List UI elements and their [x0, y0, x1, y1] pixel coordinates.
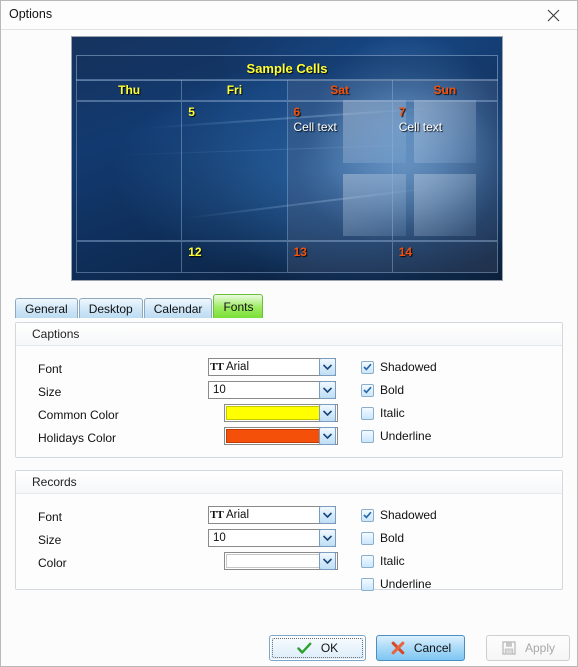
captions-common-color-dropdown-arrow[interactable] [319, 404, 336, 422]
checkbox-unchecked-icon [361, 406, 374, 420]
records-size-dropdown-arrow[interactable] [319, 529, 336, 547]
ok-button[interactable]: OK [269, 635, 366, 661]
captions-font-combo[interactable]: TT Arial [208, 358, 336, 376]
save-icon [501, 640, 517, 656]
day-header: Sat [287, 79, 393, 101]
captions-size-combo[interactable]: 10 [208, 381, 336, 399]
truetype-icon: TT [210, 361, 224, 373]
captions-checkbox-bold[interactable]: Bold [361, 383, 404, 397]
checkbox-checked-icon [361, 508, 374, 522]
records-size-label: Size [38, 533, 62, 547]
calendar-cell: 12 [182, 241, 288, 273]
records-underline-label: Underline [380, 577, 432, 591]
preview-title: Sample Cells [76, 55, 498, 81]
truetype-icon: TT [210, 509, 224, 521]
tab-fonts[interactable]: Fonts [213, 294, 264, 318]
preview-week-row: 12 13 14 [76, 241, 498, 273]
cell-text: Cell text [398, 120, 443, 134]
captions-checkbox-italic[interactable]: Italic [361, 406, 405, 420]
apply-button-label: Apply [524, 641, 556, 655]
captions-font-value: Arial [226, 361, 250, 373]
captions-bold-label: Bold [380, 383, 405, 397]
records-checkbox-bold[interactable]: Bold [361, 531, 404, 545]
captions-shadowed-label: Shadowed [380, 360, 437, 374]
captions-size-label: Size [38, 385, 62, 399]
captions-group-title: Captions [16, 323, 562, 346]
close-icon[interactable] [533, 3, 573, 27]
options-dialog: Options Sample Cells Thu Fri Sat Sun 5 6… [0, 0, 578, 667]
calendar-cell: 6 Cell text [287, 101, 393, 241]
cancel-button-label: Cancel [413, 641, 452, 655]
captions-font-dropdown-arrow[interactable] [319, 358, 336, 376]
calendar-cell: 5 [182, 101, 288, 241]
records-font-value: Arial [226, 509, 250, 521]
captions-group: Captions Font TT Arial Size 10 Common Co… [15, 322, 563, 458]
day-number: 14 [398, 245, 413, 259]
records-size-combo[interactable]: 10 [208, 529, 336, 547]
records-checkbox-shadowed[interactable]: Shadowed [361, 508, 437, 522]
focus-ring [272, 638, 363, 658]
captions-checkbox-underline[interactable]: Underline [361, 429, 431, 443]
title-bar: Options [1, 1, 577, 30]
cross-icon [390, 640, 406, 656]
tab-calendar[interactable]: Calendar [143, 298, 213, 318]
preview-grid: Sample Cells Thu Fri Sat Sun 5 6 Cell te… [72, 37, 502, 280]
preview-week-row: 5 6 Cell text 7 Cell text [76, 101, 498, 241]
captions-holidays-color-label: Holidays Color [38, 431, 117, 445]
records-bold-label: Bold [380, 531, 405, 545]
calendar-cell: 7 Cell text [392, 101, 498, 241]
day-number: 13 [293, 245, 307, 259]
calendar-cell: 13 [287, 241, 393, 273]
records-size-value: 10 [213, 532, 226, 544]
cancel-button[interactable]: Cancel [376, 635, 465, 661]
captions-font-label: Font [38, 362, 63, 376]
records-font-combo[interactable]: TT Arial [208, 506, 336, 524]
records-group-title: Records [16, 471, 562, 494]
calendar-cell: 14 [392, 241, 498, 273]
captions-size-dropdown-arrow[interactable] [319, 381, 336, 399]
records-color-label: Color [38, 556, 67, 570]
calendar-cell [76, 101, 183, 241]
tab-bar: General Desktop Calendar Fonts [15, 294, 264, 318]
captions-checkbox-shadowed[interactable]: Shadowed [361, 360, 437, 374]
captions-holidays-color-dropdown-arrow[interactable] [319, 427, 336, 445]
captions-underline-label: Underline [380, 429, 432, 443]
checkbox-checked-icon [361, 383, 374, 397]
day-number: 6 [293, 105, 301, 119]
checkbox-unchecked-icon [361, 531, 374, 545]
day-header: Thu [76, 79, 183, 101]
day-number: 5 [188, 105, 195, 119]
day-number: 12 [188, 245, 202, 259]
calendar-preview: Sample Cells Thu Fri Sat Sun 5 6 Cell te… [71, 36, 503, 281]
checkbox-unchecked-icon [361, 429, 374, 443]
records-checkbox-underline[interactable]: Underline [361, 577, 431, 591]
records-font-label: Font [38, 510, 63, 524]
captions-size-value: 10 [213, 384, 226, 396]
preview-header-row: Thu Fri Sat Sun [76, 79, 498, 101]
records-color-dropdown-arrow[interactable] [319, 552, 336, 570]
records-font-dropdown-arrow[interactable] [319, 506, 336, 524]
window-title: Options [9, 7, 53, 21]
checkbox-unchecked-icon [361, 554, 374, 568]
records-italic-label: Italic [380, 554, 405, 568]
tab-general[interactable]: General [15, 298, 78, 318]
captions-common-color-label: Common Color [38, 408, 119, 422]
tab-desktop[interactable]: Desktop [78, 298, 143, 318]
records-shadowed-label: Shadowed [380, 508, 437, 522]
checkbox-unchecked-icon [361, 577, 374, 591]
captions-italic-label: Italic [380, 406, 405, 420]
checkbox-checked-icon [361, 360, 374, 374]
day-header: Sun [392, 79, 498, 101]
records-checkbox-italic[interactable]: Italic [361, 554, 405, 568]
day-number: 7 [398, 105, 406, 119]
calendar-cell [76, 241, 183, 273]
day-header: Fri [182, 79, 288, 101]
cell-text: Cell text [293, 120, 337, 134]
records-group: Records Font TT Arial Size 10 Color Shad… [15, 470, 563, 591]
apply-button: Apply [486, 635, 570, 661]
